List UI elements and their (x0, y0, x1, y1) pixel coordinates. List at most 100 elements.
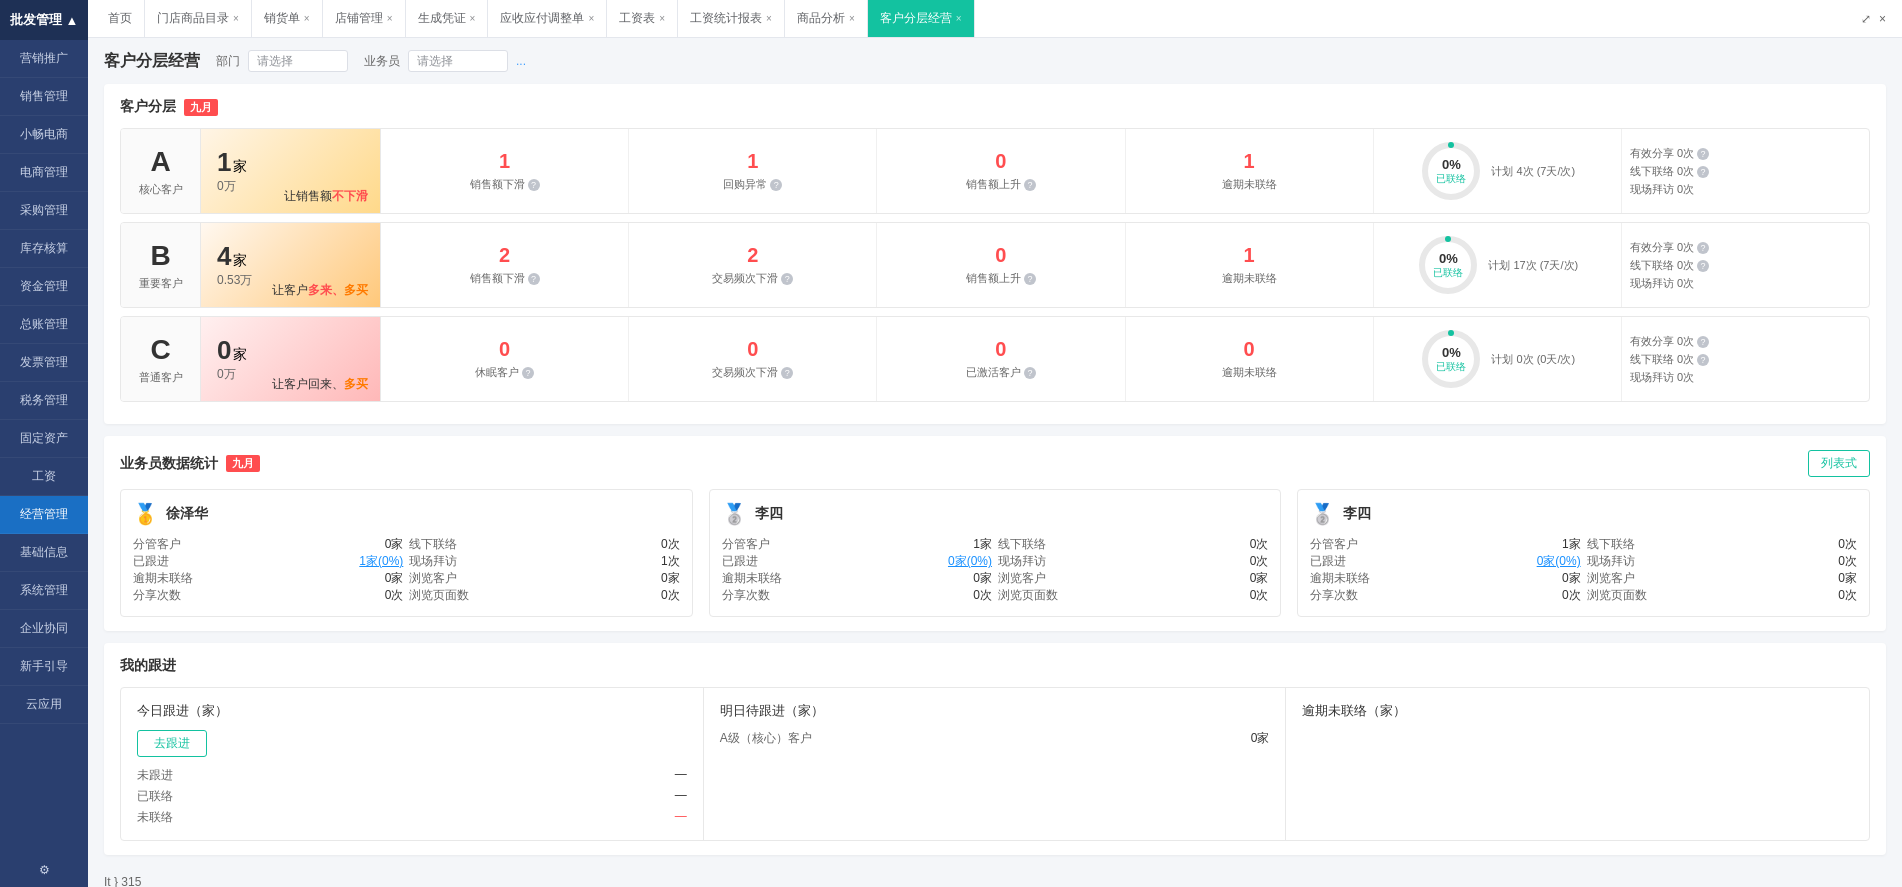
tab-restore-icon[interactable]: ⤢ (1861, 12, 1871, 26)
sidebar-item-ecommerce[interactable]: 电商管理 (0, 154, 88, 192)
sidebar-item-payroll[interactable]: 工资 (0, 458, 88, 496)
staff-name-2: 李四 (1343, 505, 1371, 523)
stat-label-17: 浏览页面数 (998, 587, 1058, 604)
tab-sales-order[interactable]: 销货单× (252, 0, 323, 38)
sidebar-item-collab[interactable]: 企业协同 (0, 610, 88, 648)
sidebar-item-inventory[interactable]: 库存核算 (0, 230, 88, 268)
info-icon[interactable]: ? (781, 367, 793, 379)
staff-stat-row-00: 分管客户 0家 (133, 536, 403, 553)
sidebar-item-ecommerce-small[interactable]: 小畅电商 (0, 116, 88, 154)
list-view-button[interactable]: 列表式 (1808, 450, 1870, 477)
stat-val-11[interactable]: 0家(0%) (948, 553, 992, 570)
info-icon[interactable]: ? (770, 179, 782, 191)
stat-val-21[interactable]: 0家(0%) (1537, 553, 1581, 570)
tab-product-analysis[interactable]: 商品分析× (785, 0, 868, 38)
sidebar-item-basic[interactable]: 基础信息 (0, 534, 88, 572)
follow-label-01: 已联络 (137, 788, 173, 805)
info-icon[interactable]: ? (528, 179, 540, 191)
sidebar-item-finance[interactable]: 资金管理 (0, 268, 88, 306)
sidebar-item-sales[interactable]: 销售管理 (0, 78, 88, 116)
info-icon[interactable]: ? (522, 367, 534, 379)
stat-num-c-3: 0 (1244, 338, 1255, 361)
sidebar-top[interactable]: 批发管理 ▲ (0, 0, 88, 40)
stat-label-05: 现场拜访 (409, 553, 457, 570)
stat-val-16: 0家 (1250, 570, 1269, 587)
settings-icon[interactable]: ⚙ (0, 853, 88, 887)
close-icon[interactable]: × (956, 13, 962, 24)
tier-side-a: 有效分享 0次 ? 线下联络 0次 ? 现场拜访 0次 (1622, 129, 1869, 213)
close-icon[interactable]: × (233, 13, 239, 24)
sidebar-item-tax[interactable]: 税务管理 (0, 382, 88, 420)
sidebar-item-invoice[interactable]: 发票管理 (0, 344, 88, 382)
tab-store-mgmt[interactable]: 店铺管理× (323, 0, 406, 38)
staff-stat-row-15: 现场拜访 0次 (998, 553, 1268, 570)
go-followup-button[interactable]: 去跟进 (137, 730, 207, 757)
staff-stat-row-06: 浏览客户 0家 (409, 570, 679, 587)
info-icon[interactable]: ? (1697, 260, 1709, 272)
info-icon[interactable]: ? (1024, 367, 1036, 379)
stat-label-00: 分管客户 (133, 536, 181, 553)
staff-stat-row-21: 已跟进 0家(0%) (1310, 553, 1580, 570)
tab-payroll-table[interactable]: 工资表× (607, 0, 678, 38)
follow-col-0: 今日跟进（家） 去跟进 未跟进 — 已联络 — 未联络 — (121, 688, 704, 840)
stat-val-01[interactable]: 1家(0%) (359, 553, 403, 570)
close-icon[interactable]: × (849, 13, 855, 24)
tier-stat-a-1: 1 回购异常? (629, 129, 877, 213)
filter-staff-label: 业务员 (364, 53, 400, 70)
stat-label-07: 浏览页面数 (409, 587, 469, 604)
sidebar-item-management[interactable]: 经营管理 (0, 496, 88, 534)
tab-home[interactable]: 首页 (96, 0, 145, 38)
stat-label-22: 逾期未联络 (1310, 570, 1370, 587)
sidebar-item-system[interactable]: 系统管理 (0, 572, 88, 610)
filter-dept-select[interactable]: 请选择 (248, 50, 348, 72)
tab-customer-tier[interactable]: 客户分层经营× (868, 0, 975, 38)
stat-num-b-1: 2 (747, 244, 758, 267)
close-icon[interactable]: × (659, 13, 665, 24)
tier-slogan-c: 让客户回来、多买 (272, 376, 368, 393)
info-icon[interactable]: ? (1024, 179, 1036, 191)
info-icon[interactable]: ? (1024, 273, 1036, 285)
sidebar-item-assets[interactable]: 固定资产 (0, 420, 88, 458)
staff-stats-1: 分管客户 1家 已跟进 0家(0%) 逾期未联络 0家 (722, 536, 1269, 604)
info-icon[interactable]: ? (528, 273, 540, 285)
close-icon[interactable]: × (304, 13, 310, 24)
sidebar-item-marketing[interactable]: 营销推广 (0, 40, 88, 78)
sidebar-item-newbie[interactable]: 新手引导 (0, 648, 88, 686)
staff-name-1: 李四 (755, 505, 783, 523)
stat-label-25: 现场拜访 (1587, 553, 1635, 570)
info-icon[interactable]: ? (1697, 166, 1709, 178)
stat-label-c-1: 交易频次下滑? (712, 365, 793, 380)
sidebar-expand-icon: ▲ (66, 13, 79, 28)
sidebar-item-purchase[interactable]: 采购管理 (0, 192, 88, 230)
close-icon[interactable]: × (387, 13, 393, 24)
tab-voucher[interactable]: 生成凭证× (406, 0, 489, 38)
filter-more-btn[interactable]: ... (516, 54, 526, 68)
stat-val-00: 0家 (385, 536, 404, 553)
tier-side-b: 有效分享 0次 ? 线下联络 0次 ? 现场拜访 0次 (1622, 223, 1869, 307)
sidebar-item-ledger[interactable]: 总账管理 (0, 306, 88, 344)
tab-payroll-report[interactable]: 工资统计报表× (678, 0, 785, 38)
follow-grid: 今日跟进（家） 去跟进 未跟进 — 已联络 — 未联络 — (120, 687, 1870, 841)
close-icon[interactable]: × (588, 13, 594, 24)
info-icon[interactable]: ? (1697, 336, 1709, 348)
follow-label-10: A级（核心）客户 (720, 730, 812, 747)
stat-val-23: 0次 (1562, 587, 1581, 604)
info-icon[interactable]: ? (781, 273, 793, 285)
close-icon[interactable]: × (766, 13, 772, 24)
tab-ar-ap[interactable]: 应收应付调整单× (488, 0, 607, 38)
tier-row-b: B 重要客户 4 家 0.53万 让客户多来、多买 (120, 222, 1870, 308)
stat-num-b-0: 2 (499, 244, 510, 267)
staff-stat-row-23: 分享次数 0次 (1310, 587, 1580, 604)
filter-staff-select[interactable]: 请选择 (408, 50, 508, 72)
circle-b: 0% 已联络 (1416, 233, 1480, 297)
tab-store-products[interactable]: 门店商品目录× (145, 0, 252, 38)
tier-circle-c: 0% 已联络 计划 0次 (0天/次) (1374, 317, 1622, 401)
info-icon[interactable]: ? (1697, 354, 1709, 366)
stat-label-a-1: 回购异常? (723, 177, 782, 192)
tier-label-b: B 重要客户 (121, 223, 201, 307)
info-icon[interactable]: ? (1697, 242, 1709, 254)
info-icon[interactable]: ? (1697, 148, 1709, 160)
sidebar-item-cloud[interactable]: 云应用 (0, 686, 88, 724)
tab-close-all-icon[interactable]: × (1879, 12, 1886, 26)
close-icon[interactable]: × (470, 13, 476, 24)
